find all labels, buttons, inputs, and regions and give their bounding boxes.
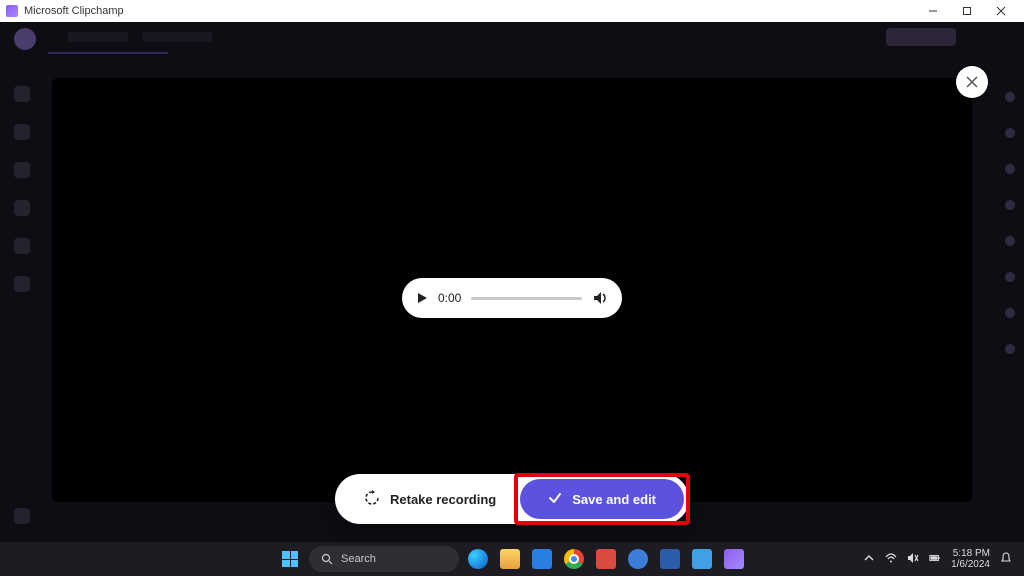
save-and-edit-button[interactable]: Save and edit <box>520 479 684 519</box>
taskbar-app-store[interactable] <box>529 546 555 572</box>
window-title: Microsoft Clipchamp <box>24 5 124 17</box>
tray-notifications-icon[interactable] <box>1000 552 1012 567</box>
tray-overflow-icon[interactable] <box>863 552 875 567</box>
windows-taskbar: Search 5:18 PM 1/6/2024 <box>0 542 1024 576</box>
window-minimize-button[interactable] <box>916 0 950 22</box>
clock-date: 1/6/2024 <box>951 559 990 570</box>
system-tray: 5:18 PM 1/6/2024 <box>863 548 1016 570</box>
media-player: 0:00 <box>402 278 622 318</box>
taskbar-app-notepad[interactable] <box>689 546 715 572</box>
taskbar-app-explorer[interactable] <box>497 546 523 572</box>
window-maximize-button[interactable] <box>950 0 984 22</box>
retake-label: Retake recording <box>390 492 496 507</box>
play-button[interactable] <box>416 292 428 304</box>
start-button[interactable] <box>277 546 303 572</box>
window-titlebar: Microsoft Clipchamp <box>0 0 1024 22</box>
tray-wifi-icon[interactable] <box>885 552 897 567</box>
search-icon <box>321 553 333 565</box>
taskbar-app-generic2[interactable] <box>625 546 651 572</box>
volume-button[interactable] <box>592 290 608 306</box>
playback-time: 0:00 <box>438 291 461 305</box>
app-background-dimmed: 0:00 Retake recording Save and edit <box>0 22 1024 542</box>
retake-icon <box>364 490 380 509</box>
close-button[interactable] <box>956 66 988 98</box>
taskbar-search[interactable]: Search <box>309 546 459 572</box>
taskbar-clock[interactable]: 5:18 PM 1/6/2024 <box>951 548 990 570</box>
save-label: Save and edit <box>572 492 656 507</box>
taskbar-app-calculator[interactable] <box>657 546 683 572</box>
taskbar-app-edge[interactable] <box>465 546 491 572</box>
taskbar-app-chrome[interactable] <box>561 546 587 572</box>
recording-action-bar: Retake recording Save and edit <box>335 474 689 524</box>
window-close-button[interactable] <box>984 0 1018 22</box>
taskbar-app-generic1[interactable] <box>593 546 619 572</box>
clock-time: 5:18 PM <box>951 548 990 559</box>
tray-volume-icon[interactable] <box>907 552 919 567</box>
tray-battery-icon[interactable] <box>929 552 941 567</box>
check-icon <box>548 491 562 508</box>
retake-recording-button[interactable]: Retake recording <box>340 479 520 519</box>
search-placeholder: Search <box>341 553 376 565</box>
app-icon <box>6 5 18 17</box>
taskbar-app-clipchamp[interactable] <box>721 546 747 572</box>
seek-track[interactable] <box>471 297 582 300</box>
